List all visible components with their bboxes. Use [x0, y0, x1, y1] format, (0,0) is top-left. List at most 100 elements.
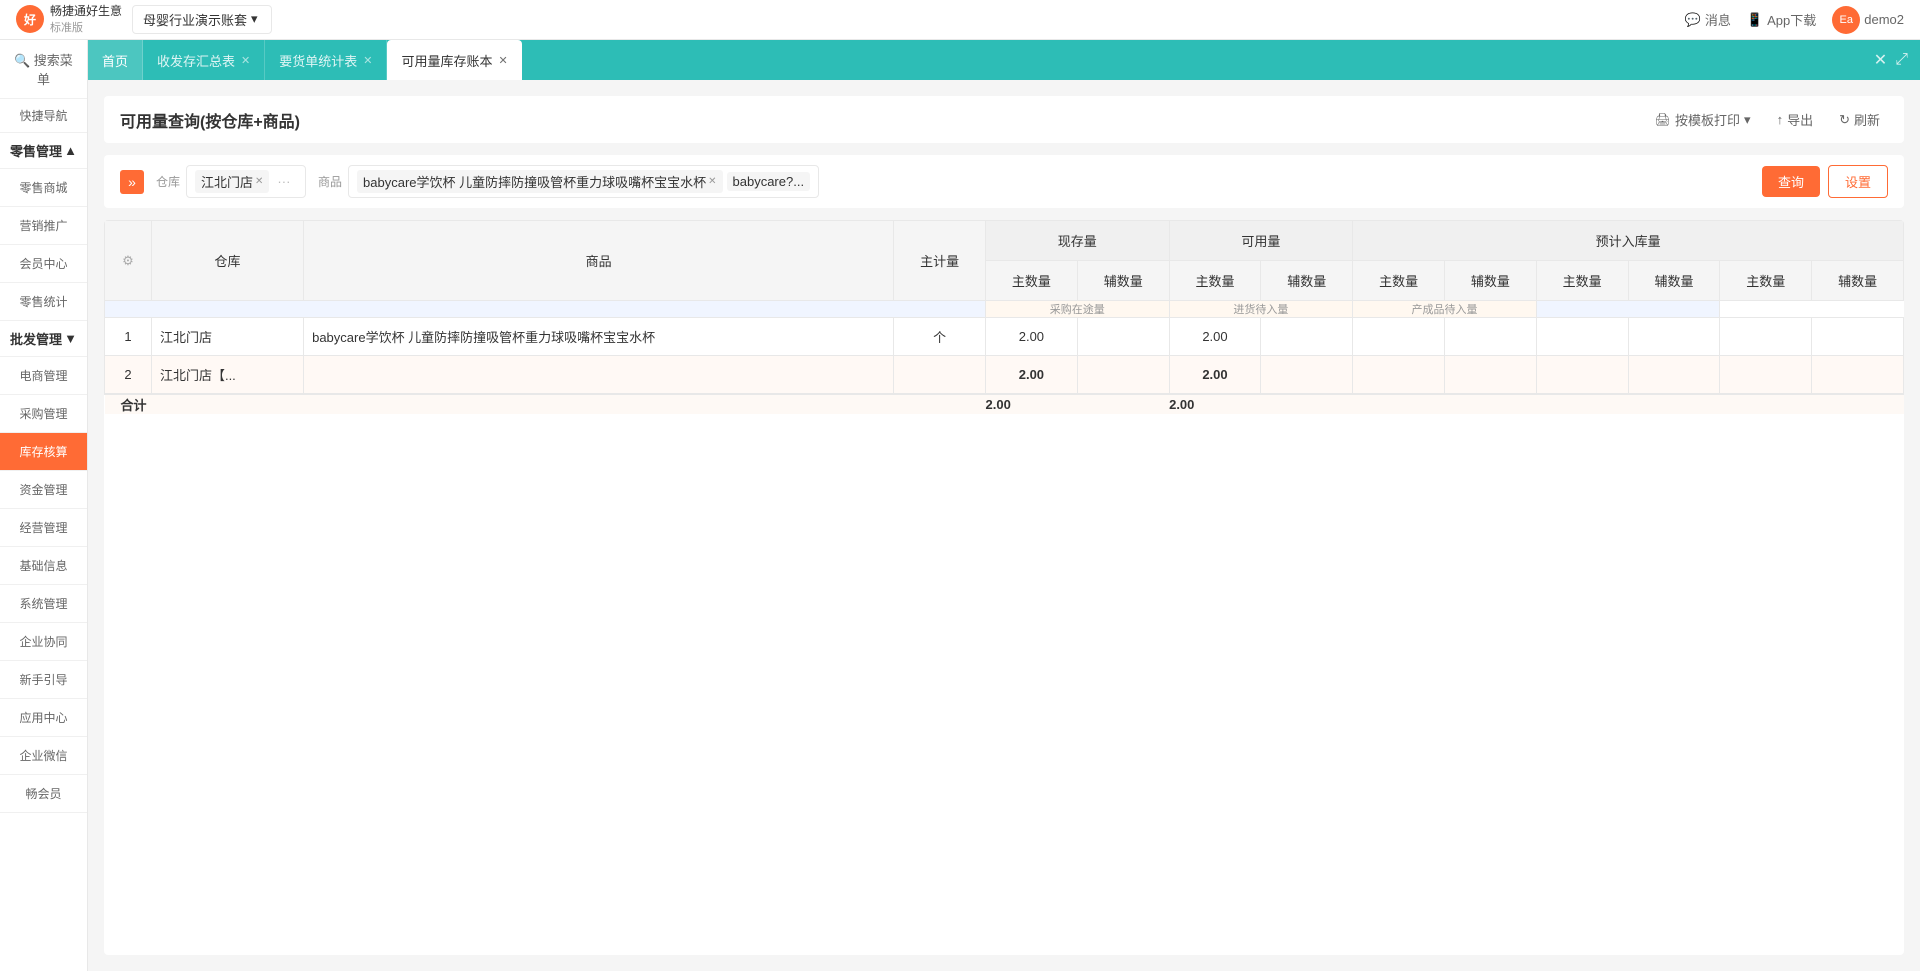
- sidebar-item-operations-mgmt[interactable]: 经营管理: [0, 509, 87, 547]
- arrow-icon: ▲: [64, 143, 77, 158]
- col-incoming-main: 主数量: [1536, 261, 1628, 301]
- sidebar-item-ecommerce-mgmt[interactable]: 电商管理: [0, 357, 87, 395]
- row1-pt-main: [1353, 318, 1445, 356]
- col-stock-main: 主数量: [986, 261, 1078, 301]
- footer-stock-main: 2.00: [986, 394, 1078, 414]
- mobile-icon: 📱: [1747, 12, 1763, 28]
- logo-text: 畅捷通好生意: [50, 4, 122, 18]
- tab-close-all-btn[interactable]: ✕: [1874, 50, 1887, 70]
- sidebar-search[interactable]: 🔍 搜索菜单: [0, 40, 87, 99]
- tab-available-inventory-label: 可用量库存账本: [401, 51, 492, 70]
- tab-available-inventory[interactable]: 可用量库存账本 ✕: [387, 40, 521, 80]
- sidebar-item-purchase-mgmt[interactable]: 采购管理: [0, 395, 87, 433]
- search-label: 搜索菜单: [34, 53, 73, 87]
- print-label: 按模板打印: [1675, 110, 1740, 129]
- warehouse-tag-close[interactable]: ✕: [255, 176, 263, 187]
- row1-index: 1: [105, 318, 152, 356]
- col-incoming-aux: 辅数量: [1628, 261, 1720, 301]
- industry-selector[interactable]: 母婴行业演示账套 ▾: [132, 5, 272, 34]
- app-download-btn[interactable]: 📱 App下载: [1747, 10, 1816, 29]
- row1-in-aux: [1628, 318, 1720, 356]
- col-avail-aux: 辅数量: [1261, 261, 1353, 301]
- row1-pt-aux: [1444, 318, 1536, 356]
- message-btn[interactable]: 💬 消息: [1685, 10, 1731, 29]
- page-title: 可用量查询(按仓库+商品): [120, 108, 300, 132]
- sidebar-item-retail-mall[interactable]: 零售商城: [0, 169, 87, 207]
- product-input[interactable]: babycare学饮杯 儿童防摔防撞吸管杯重力球吸嘴杯宝宝水杯 ✕ babyca…: [348, 165, 819, 198]
- sidebar-item-enterprise-wechat[interactable]: 企业微信: [0, 737, 87, 775]
- tab-bar: 首页 收发存汇总表 ✕ 要货单统计表 ✕ 可用量库存账本 ✕ ✕ ⤢: [88, 40, 1920, 80]
- row2-in-main: [1536, 356, 1628, 395]
- tab-order-stats-close[interactable]: ✕: [363, 54, 372, 67]
- export-btn[interactable]: ↑ 导出: [1769, 106, 1822, 133]
- message-label: 消息: [1705, 10, 1731, 29]
- tab-bar-actions: ✕ ⤢: [1862, 40, 1920, 80]
- row1-product: babycare学饮杯 儿童防摔防撞吸管杯重力球吸嘴杯宝宝水杯: [304, 318, 894, 356]
- product-filter: 商品 babycare学饮杯 儿童防摔防撞吸管杯重力球吸嘴杯宝宝水杯 ✕ bab…: [318, 165, 819, 198]
- filter-toggle-btn[interactable]: »: [120, 170, 144, 194]
- footer-prod-main: [1720, 394, 1812, 414]
- sidebar-item-app-center[interactable]: 应用中心: [0, 699, 87, 737]
- sidebar-item-retail-stats[interactable]: 零售统计: [0, 283, 87, 321]
- row2-product: [304, 356, 894, 395]
- sidebar-item-new-guide[interactable]: 新手引导: [0, 661, 87, 699]
- print-btn[interactable]: 🖨 按模板打印 ▾: [1647, 106, 1759, 133]
- top-bar-left: 好 畅捷通好生意 标准版 母婴行业演示账套 ▾: [16, 4, 272, 34]
- product-label: 商品: [318, 173, 342, 190]
- col-production-aux: 辅数量: [1812, 261, 1904, 301]
- row2-prod-main: [1720, 356, 1812, 395]
- footer-prod-aux: [1812, 394, 1904, 414]
- wholesale-label: 批发管理: [10, 329, 62, 348]
- row2-pt-aux: [1444, 356, 1536, 395]
- sidebar-item-retail-mgmt[interactable]: 零售管理 ▲: [0, 133, 87, 169]
- tab-receivable-close[interactable]: ✕: [241, 54, 250, 67]
- query-btn[interactable]: 查询: [1762, 166, 1820, 197]
- user-info[interactable]: Ea demo2: [1832, 6, 1904, 34]
- footer-avail-aux: [1261, 394, 1353, 414]
- sidebar-item-inventory-check[interactable]: 库存核算: [0, 433, 87, 471]
- col-product: 商品: [304, 221, 894, 301]
- refresh-btn[interactable]: ↻ 刷新: [1831, 106, 1888, 133]
- arrow-icon2: ▼: [64, 331, 77, 346]
- row2-index: 2: [105, 356, 152, 395]
- tab-expand-btn[interactable]: ⤢: [1895, 51, 1908, 69]
- row2-pt-main: [1353, 356, 1445, 395]
- col-available-group: 可用量: [1169, 221, 1353, 261]
- product-tag1-close[interactable]: ✕: [708, 176, 716, 187]
- sidebar-item-finance-mgmt[interactable]: 资金管理: [0, 471, 87, 509]
- tab-receivable-label: 收发存汇总表: [157, 51, 235, 70]
- tab-available-inventory-close[interactable]: ✕: [499, 54, 508, 67]
- row2-prod-aux: [1812, 356, 1904, 395]
- sidebar-item-chang-member[interactable]: 畅会员: [0, 775, 87, 813]
- logo-icon: 好: [16, 5, 44, 33]
- sidebar-item-member-center[interactable]: 会员中心: [0, 245, 87, 283]
- sidebar-item-system-mgmt[interactable]: 系统管理: [0, 585, 87, 623]
- row1-prod-aux: [1812, 318, 1904, 356]
- sidebar-item-wholesale-mgmt[interactable]: 批发管理 ▼: [0, 321, 87, 357]
- sidebar-item-basic-info[interactable]: 基础信息: [0, 547, 87, 585]
- warehouse-input[interactable]: 江北门店 ✕ ···: [186, 165, 306, 198]
- tab-receivable[interactable]: 收发存汇总表 ✕: [143, 40, 265, 80]
- table-row: 1 江北门店 babycare学饮杯 儿童防摔防撞吸管杯重力球吸嘴杯宝宝水杯 个…: [105, 318, 1904, 356]
- page-header: 可用量查询(按仓库+商品) 🖨 按模板打印 ▾ ↑ 导出 ↻ 刷新: [104, 96, 1904, 143]
- message-icon: 💬: [1685, 12, 1701, 28]
- col-production-main: 主数量: [1720, 261, 1812, 301]
- tab-order-stats[interactable]: 要货单统计表 ✕: [265, 40, 387, 80]
- footer-pt-aux: [1444, 394, 1536, 414]
- product-tag1: babycare学饮杯 儿童防摔防撞吸管杯重力球吸嘴杯宝宝水杯 ✕: [357, 170, 722, 193]
- product-tag2-text: babycare?...: [733, 174, 805, 189]
- col-settings-icon[interactable]: ⚙: [122, 253, 134, 268]
- col-current-stock-group: 现存量: [986, 221, 1170, 261]
- sidebar-nav[interactable]: 快捷导航: [0, 99, 87, 133]
- main-layout: 🔍 搜索菜单 快捷导航 零售管理 ▲ 零售商城 营销推广 会员中心 零售统计 批…: [0, 40, 1920, 971]
- sidebar-item-marketing[interactable]: 营销推广: [0, 207, 87, 245]
- tab-order-stats-label: 要货单统计表: [279, 51, 357, 70]
- sidebar-item-enterprise-collab[interactable]: 企业协同: [0, 623, 87, 661]
- table-scroll[interactable]: ⚙ 仓库 商品 主计量 现存量 可用量 预计入库量 主数量: [104, 220, 1904, 414]
- logo-text-block: 畅捷通好生意 标准版: [50, 4, 122, 34]
- row1-avail-main: 2.00: [1169, 318, 1261, 356]
- row1-prod-main: [1720, 318, 1812, 356]
- logo-sub: 标准版: [50, 19, 122, 35]
- tab-home[interactable]: 首页: [88, 40, 143, 80]
- settings-btn[interactable]: 设置: [1828, 165, 1888, 198]
